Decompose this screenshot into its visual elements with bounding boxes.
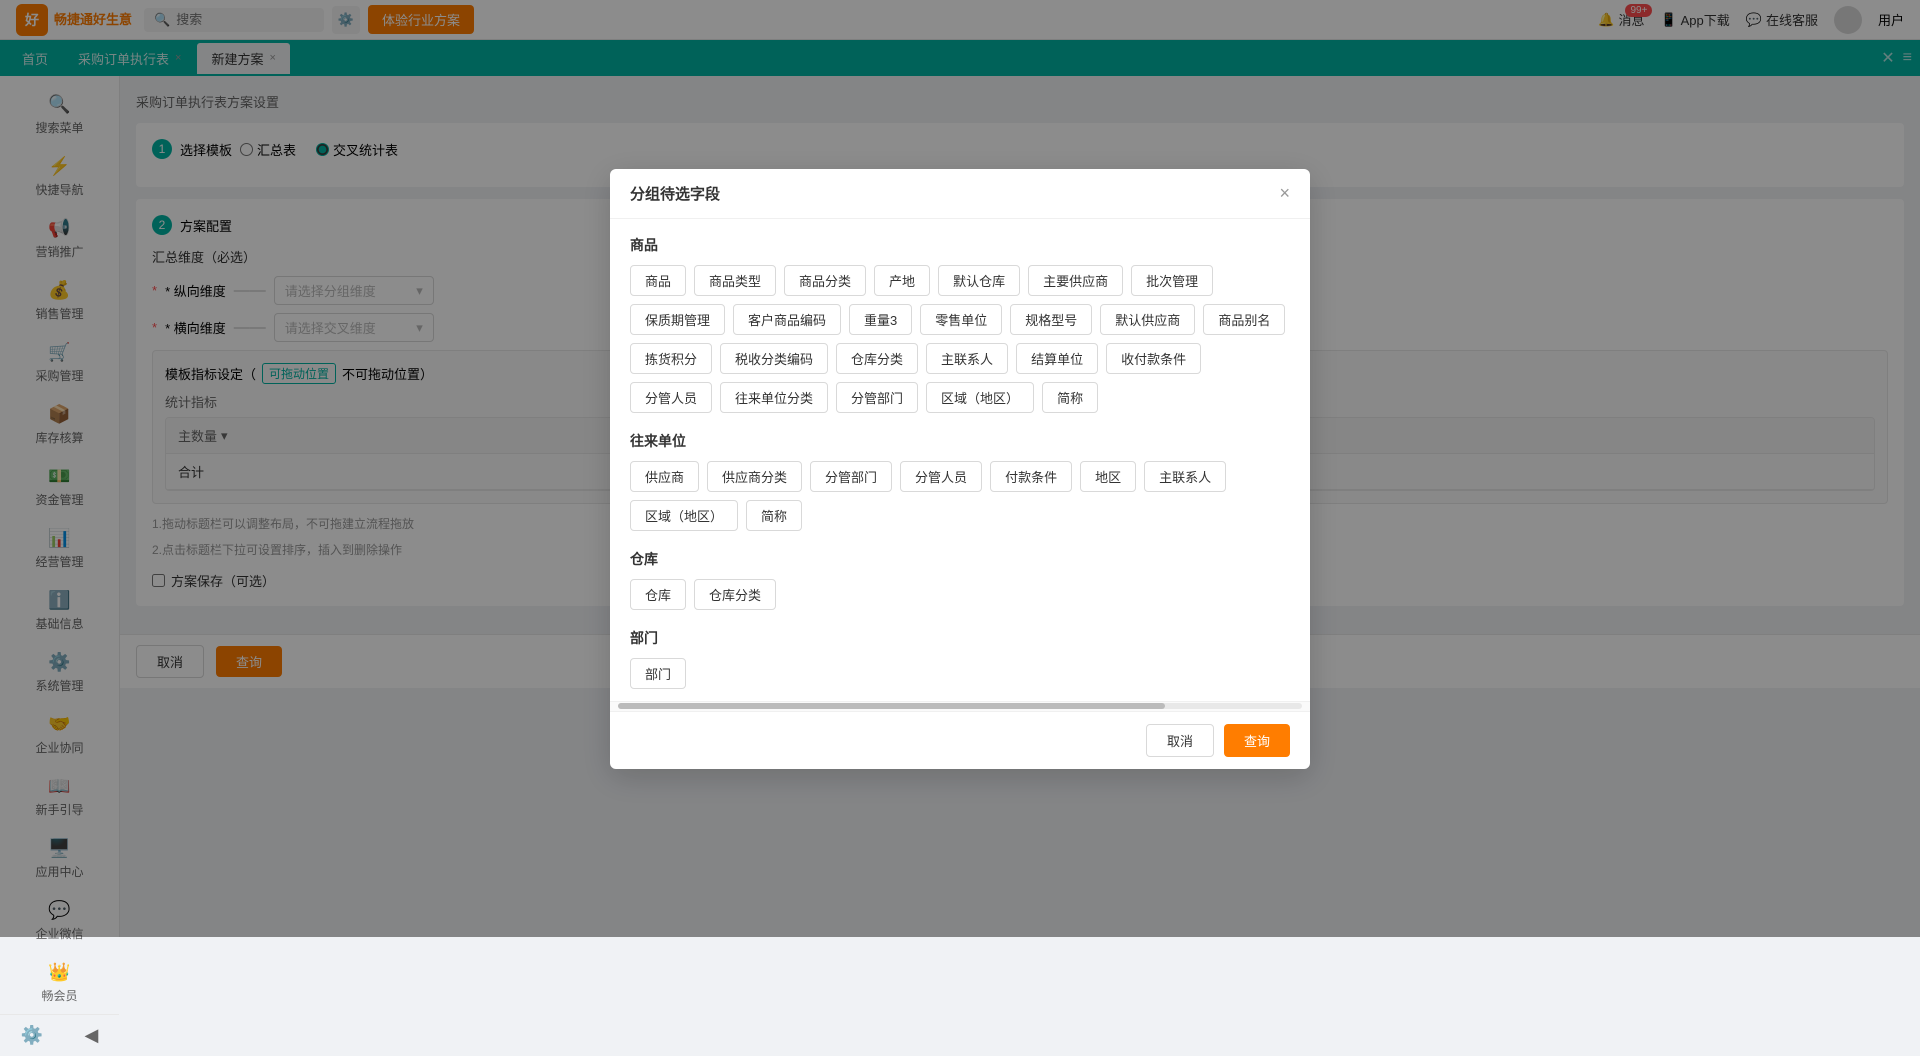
chip-partner-7[interactable]: 区域（地区）: [630, 500, 738, 531]
chip-goods-22[interactable]: 分管部门: [836, 382, 918, 413]
chip-goods-15[interactable]: 税收分类编码: [720, 343, 828, 374]
dialog: 分组待选字段 × 商品 商品 商品类型 商品分类 产地 默认仓库 主要供应商 批…: [610, 169, 1310, 769]
dialog-section-warehouse-title: 仓库: [630, 549, 1290, 569]
chip-goods-14[interactable]: 拣货积分: [630, 343, 712, 374]
settings-bottom-icon[interactable]: ⚙️: [21, 1025, 43, 1046]
chip-goods-17[interactable]: 主联系人: [926, 343, 1008, 374]
dialog-hscrollbar-thumb: [618, 703, 1165, 709]
dialog-section-partner: 往来单位 供应商 供应商分类 分管部门 分管人员 付款条件 地区 主联系人 区域…: [630, 431, 1290, 531]
member-icon: 👑: [48, 962, 70, 983]
dialog-title: 分组待选字段: [630, 183, 720, 204]
chip-goods-4[interactable]: 默认仓库: [938, 265, 1020, 296]
chip-warehouse-0[interactable]: 仓库: [630, 579, 686, 610]
dialog-partner-chips: 供应商 供应商分类 分管部门 分管人员 付款条件 地区 主联系人 区域（地区） …: [630, 461, 1290, 531]
chip-goods-13[interactable]: 商品别名: [1203, 304, 1285, 335]
dialog-section-goods: 商品 商品 商品类型 商品分类 产地 默认仓库 主要供应商 批次管理 保质期管理…: [630, 235, 1290, 413]
dialog-warehouse-chips: 仓库 仓库分类: [630, 579, 1290, 610]
chip-partner-4[interactable]: 付款条件: [990, 461, 1072, 492]
chip-goods-2[interactable]: 商品分类: [784, 265, 866, 296]
chip-warehouse-1[interactable]: 仓库分类: [694, 579, 776, 610]
chip-goods-11[interactable]: 规格型号: [1010, 304, 1092, 335]
chip-goods-21[interactable]: 往来单位分类: [720, 382, 828, 413]
collapse-icon[interactable]: ◀: [84, 1025, 98, 1046]
dialog-confirm-button[interactable]: 查询: [1224, 724, 1290, 757]
dialog-section-partner-title: 往来单位: [630, 431, 1290, 451]
chip-goods-5[interactable]: 主要供应商: [1028, 265, 1123, 296]
chip-goods-10[interactable]: 零售单位: [920, 304, 1002, 335]
chip-goods-1[interactable]: 商品类型: [694, 265, 776, 296]
chip-goods-16[interactable]: 仓库分类: [836, 343, 918, 374]
chip-partner-5[interactable]: 地区: [1080, 461, 1136, 492]
chip-partner-0[interactable]: 供应商: [630, 461, 699, 492]
chip-goods-8[interactable]: 客户商品编码: [733, 304, 841, 335]
chip-partner-1[interactable]: 供应商分类: [707, 461, 802, 492]
dialog-section-dept: 部门 部门: [630, 628, 1290, 689]
dialog-dept-chips: 部门: [630, 658, 1290, 689]
dialog-body: 商品 商品 商品类型 商品分类 产地 默认仓库 主要供应商 批次管理 保质期管理…: [610, 219, 1310, 701]
dialog-section-goods-title: 商品: [630, 235, 1290, 255]
dialog-section-warehouse: 仓库 仓库 仓库分类: [630, 549, 1290, 610]
dialog-section-dept-title: 部门: [630, 628, 1290, 648]
dialog-scrollbar-area: [610, 701, 1310, 711]
dialog-header: 分组待选字段 ×: [610, 169, 1310, 219]
dialog-hscrollbar[interactable]: [618, 703, 1302, 709]
chip-goods-24[interactable]: 简称: [1042, 382, 1098, 413]
dialog-close-button[interactable]: ×: [1279, 183, 1290, 204]
sidebar-bottom: ⚙️ ◀: [0, 1014, 119, 1056]
chip-partner-6[interactable]: 主联系人: [1144, 461, 1226, 492]
modal-overlay: 分组待选字段 × 商品 商品 商品类型 商品分类 产地 默认仓库 主要供应商 批…: [0, 0, 1920, 937]
sidebar-item-member[interactable]: 👑 畅会员: [0, 952, 119, 1014]
dialog-goods-chips: 商品 商品类型 商品分类 产地 默认仓库 主要供应商 批次管理 保质期管理 客户…: [630, 265, 1290, 413]
chip-goods-23[interactable]: 区域（地区）: [926, 382, 1034, 413]
chip-goods-18[interactable]: 结算单位: [1016, 343, 1098, 374]
chip-goods-9[interactable]: 重量3: [849, 304, 912, 335]
chip-goods-20[interactable]: 分管人员: [630, 382, 712, 413]
chip-goods-19[interactable]: 收付款条件: [1106, 343, 1201, 374]
dialog-cancel-button[interactable]: 取消: [1146, 724, 1214, 757]
sidebar-item-label: 畅会员: [41, 987, 77, 1004]
chip-partner-3[interactable]: 分管人员: [900, 461, 982, 492]
chip-goods-7[interactable]: 保质期管理: [630, 304, 725, 335]
chip-dept-0[interactable]: 部门: [630, 658, 686, 689]
chip-goods-0[interactable]: 商品: [630, 265, 686, 296]
chip-goods-3[interactable]: 产地: [874, 265, 930, 296]
chip-goods-6[interactable]: 批次管理: [1131, 265, 1213, 296]
chip-goods-12[interactable]: 默认供应商: [1100, 304, 1195, 335]
chip-partner-8[interactable]: 简称: [746, 500, 802, 531]
dialog-footer: 取消 查询: [610, 711, 1310, 769]
chip-partner-2[interactable]: 分管部门: [810, 461, 892, 492]
